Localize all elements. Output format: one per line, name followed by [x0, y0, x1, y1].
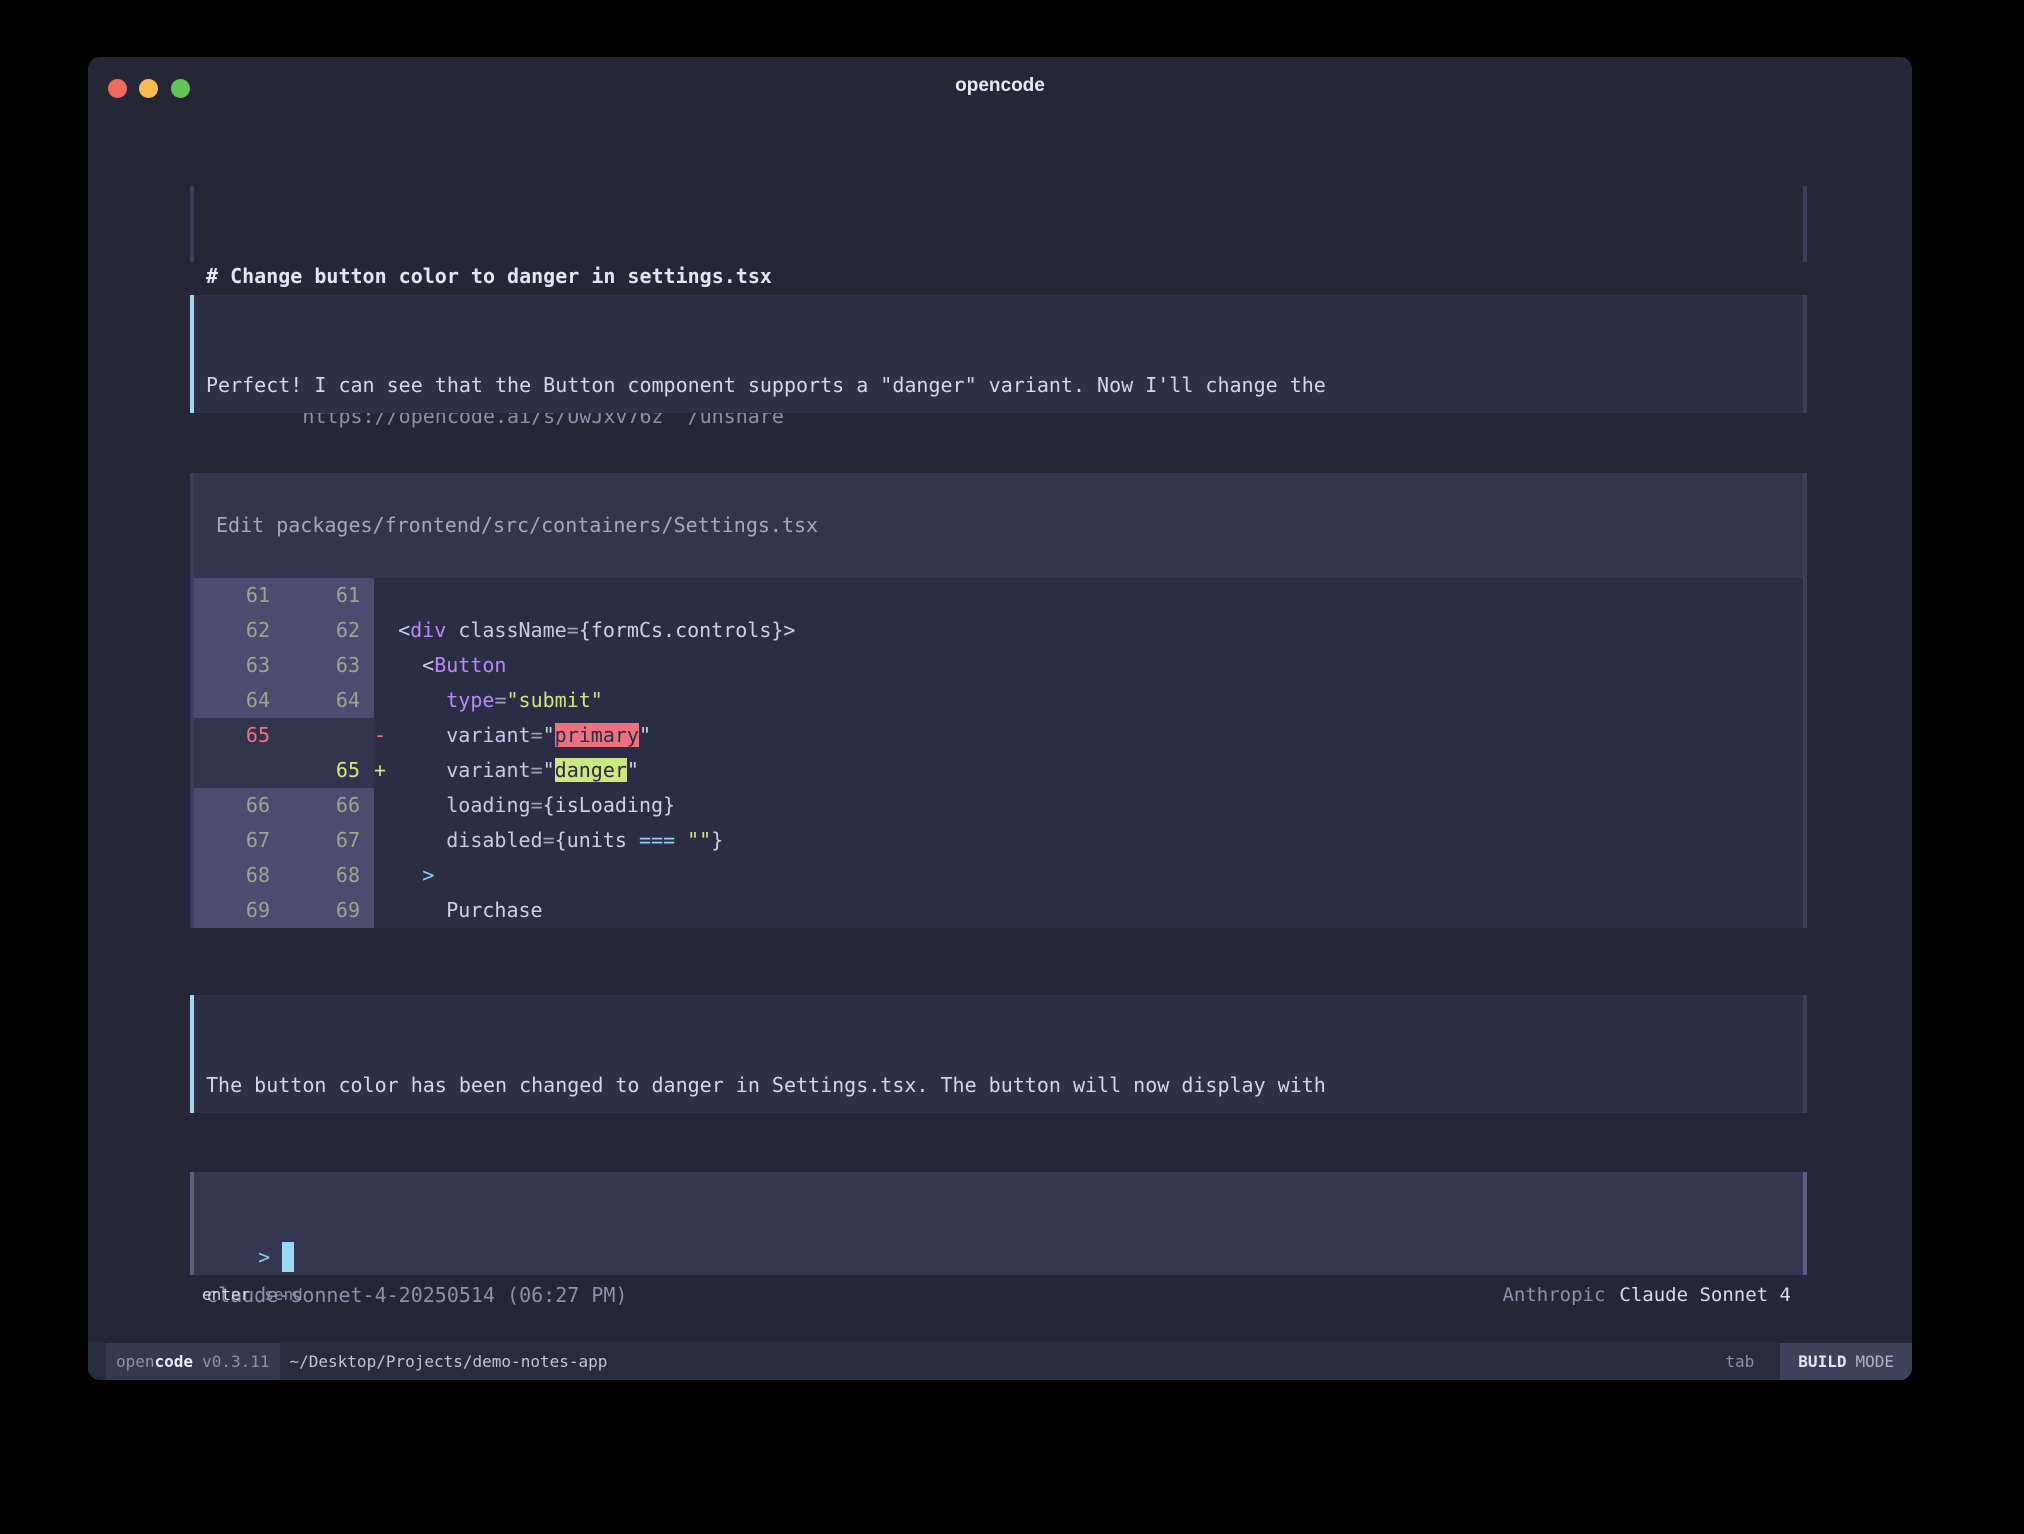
diff-row: 6363 <Button: [194, 648, 1803, 683]
provider-label: Anthropic: [1502, 1284, 1605, 1306]
titlebar: opencode: [88, 57, 1912, 120]
diff-rows: 6161 6262 <div className={formCs.control…: [194, 578, 1803, 928]
diff-row: 6767 disabled={units === ""}: [194, 823, 1803, 858]
app-name-prefix: open: [116, 1352, 155, 1371]
text-cursor: [282, 1242, 294, 1272]
diff-row: 6464 type="submit": [194, 683, 1803, 718]
app-version: v0.3.11: [202, 1352, 269, 1371]
mode-chip[interactable]: BUILD MODE: [1780, 1343, 1912, 1380]
app-version-chip: opencode v0.3.11: [106, 1343, 280, 1380]
diff-row: 65- variant="primary": [194, 718, 1803, 753]
session-header: # Change button color to danger in setti…: [190, 186, 1807, 262]
assistant-message: The button color has been changed to dan…: [190, 995, 1807, 1113]
assistant-message: Perfect! I can see that the Button compo…: [190, 295, 1807, 413]
diff-row: 6666 loading={isLoading}: [194, 788, 1803, 823]
working-directory: ~/Desktop/Projects/demo-notes-app: [290, 1343, 608, 1380]
mode-word: MODE: [1855, 1352, 1894, 1371]
diff-row: 65+ variant="danger": [194, 753, 1803, 788]
mode-name: BUILD: [1798, 1352, 1846, 1371]
diff-row: 6868 >: [194, 858, 1803, 893]
session-title: # Change button color to danger in setti…: [206, 259, 772, 294]
app-name-suffix: code: [155, 1352, 194, 1371]
opencode-window: opencode # Change button color to danger…: [88, 57, 1912, 1380]
edit-file-path: packages/frontend/src/containers/Setting…: [276, 508, 818, 543]
message-line: Perfect! I can see that the Button compo…: [206, 368, 1783, 403]
tab-key-hint: tab: [1725, 1343, 1754, 1380]
enter-key-hint: enter: [202, 1285, 250, 1304]
status-bar: opencode v0.3.11 ~/Desktop/Projects/demo-…: [88, 1343, 1912, 1380]
message-line: The button color has been changed to dan…: [206, 1068, 1783, 1103]
diff-row: 6161: [194, 578, 1803, 613]
prompt-symbol: >: [258, 1245, 270, 1269]
diff-row: 6262 <div className={formCs.controls}>: [194, 613, 1803, 648]
edit-action-label: Edit: [216, 508, 264, 543]
model-label: Claude Sonnet 4: [1619, 1284, 1791, 1306]
send-action-hint: send: [264, 1285, 303, 1304]
window-title: opencode: [88, 57, 1912, 120]
edit-header: Edit packages/frontend/src/containers/Se…: [194, 473, 1803, 578]
diff-row: 6969 Purchase: [194, 893, 1803, 928]
prompt-input[interactable]: >: [190, 1172, 1807, 1275]
hint-row: enter send Anthropic Claude Sonnet 4: [190, 1283, 1807, 1307]
edit-tool-block: Edit packages/frontend/src/containers/Se…: [190, 473, 1807, 928]
